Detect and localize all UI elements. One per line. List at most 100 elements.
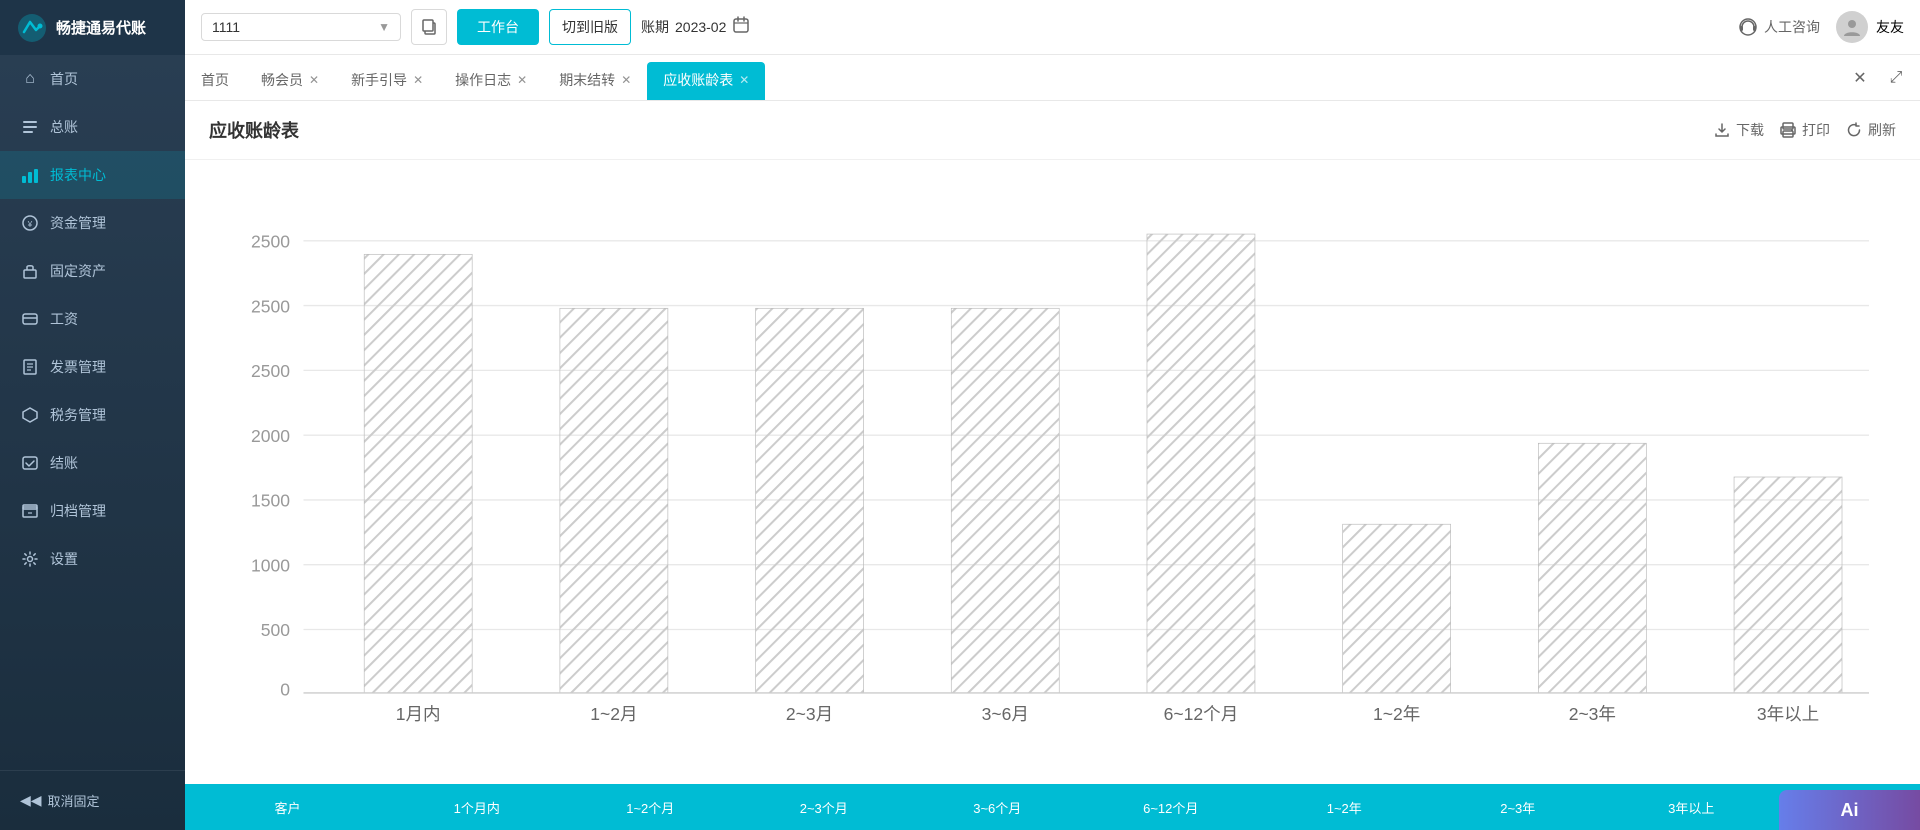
cancel-fixed-label: 取消固定 — [48, 791, 100, 810]
user-info[interactable]: 友友 — [1836, 11, 1904, 43]
app-name: 畅捷通易代账 — [56, 17, 146, 38]
svg-text:2500: 2500 — [251, 361, 290, 381]
calendar-icon[interactable] — [732, 16, 750, 39]
sidebar-item-salary[interactable]: 工资 — [0, 295, 185, 343]
period-value: 2023-02 — [675, 19, 726, 35]
tab-home-label: 首页 — [201, 70, 229, 90]
tab-log-close[interactable]: ✕ — [517, 73, 527, 87]
svg-text:0: 0 — [280, 680, 290, 700]
archive-icon — [20, 501, 40, 521]
print-label: 打印 — [1802, 120, 1830, 140]
sidebar-item-tax[interactable]: 税务管理 — [0, 391, 185, 439]
ai-assistant-btn[interactable]: Ai — [1779, 790, 1920, 830]
svg-text:2000: 2000 — [251, 426, 290, 446]
tab-ar-aging[interactable]: 应收账龄表 ✕ — [647, 62, 765, 100]
sidebar-item-settings[interactable]: 设置 — [0, 535, 185, 583]
sidebar-item-archive[interactable]: 归档管理 — [0, 487, 185, 535]
svg-text:2~3年: 2~3年 — [1569, 704, 1616, 724]
bar-1-2月 — [560, 308, 668, 693]
checkout-icon — [20, 453, 40, 473]
salary-icon — [20, 309, 40, 329]
tabs-bar: 首页 畅会员 ✕ 新手引导 ✕ 操作日志 ✕ 期末结转 ✕ 应收账龄表 ✕ — [185, 55, 1920, 101]
svg-text:¥: ¥ — [27, 220, 33, 229]
page-actions: 下载 打印 — [1714, 120, 1896, 140]
ledger-icon — [20, 117, 40, 137]
sidebar-item-checkout[interactable]: 结账 — [0, 439, 185, 487]
tab-period-end-close[interactable]: ✕ — [621, 73, 631, 87]
tab-ar-aging-label: 应收账龄表 — [663, 70, 733, 90]
funds-icon: ¥ — [20, 213, 40, 233]
bar-1月内 — [364, 254, 472, 693]
print-icon — [1780, 122, 1796, 138]
bar-chart: 2500 2500 2500 2000 1500 1000 500 0 — [209, 170, 1896, 784]
workbench-button[interactable]: 工作台 — [457, 9, 539, 45]
svg-text:2500: 2500 — [251, 232, 290, 252]
th-3-6month: 3~6个月 — [911, 798, 1085, 817]
sidebar-item-assets[interactable]: 固定资产 — [0, 247, 185, 295]
consult-button[interactable]: 人工咨询 — [1738, 17, 1820, 37]
reports-icon — [20, 165, 40, 185]
copy-icon — [420, 18, 438, 36]
sidebar-item-label: 发票管理 — [50, 357, 106, 377]
sidebar-item-home[interactable]: ⌂ 首页 — [0, 55, 185, 103]
sidebar-item-label: 首页 — [50, 69, 78, 89]
page-title: 应收账龄表 — [209, 117, 299, 143]
tab-member[interactable]: 畅会员 ✕ — [245, 62, 335, 100]
svg-text:3年以上: 3年以上 — [1757, 704, 1819, 724]
download-button[interactable]: 下载 — [1714, 120, 1764, 140]
tab-member-close[interactable]: ✕ — [309, 73, 319, 87]
ai-label: Ai — [1841, 800, 1859, 821]
settings-icon — [20, 549, 40, 569]
tab-period-end[interactable]: 期末结转 ✕ — [543, 62, 647, 100]
sidebar: 畅捷通易代账 ⌂ 首页 总账 报表中心 ¥ — [0, 0, 185, 830]
sidebar-item-label: 工资 — [50, 309, 78, 329]
headphone-icon — [1738, 17, 1758, 37]
tab-guide[interactable]: 新手引导 ✕ — [335, 62, 439, 100]
fullscreen-btn[interactable]: ⤢ — [1882, 64, 1910, 92]
bar-3年以上 — [1734, 477, 1842, 693]
bar-3-6月 — [951, 308, 1059, 693]
svg-text:6~12个月: 6~12个月 — [1164, 704, 1239, 724]
account-name: 1111 — [212, 19, 378, 35]
tax-icon — [20, 405, 40, 425]
sidebar-item-reports[interactable]: 报表中心 — [0, 151, 185, 199]
print-button[interactable]: 打印 — [1780, 120, 1830, 140]
consult-label: 人工咨询 — [1764, 17, 1820, 37]
switch-version-button[interactable]: 切到旧版 — [549, 9, 631, 45]
sidebar-item-funds[interactable]: ¥ 资金管理 — [0, 199, 185, 247]
cancel-fixed-btn[interactable]: ◀◀ 取消固定 — [0, 781, 185, 820]
refresh-button[interactable]: 刷新 — [1846, 120, 1896, 140]
svg-text:500: 500 — [261, 620, 291, 640]
bar-6-12月 — [1147, 234, 1255, 693]
sidebar-nav: ⌂ 首页 总账 报表中心 ¥ 资金管理 — [0, 55, 185, 770]
tab-home[interactable]: 首页 — [185, 62, 245, 100]
sidebar-item-ledger[interactable]: 总账 — [0, 103, 185, 151]
page-content: 应收账龄表 下载 — [185, 101, 1920, 784]
th-1month: 1个月内 — [390, 798, 564, 817]
svg-text:1500: 1500 — [251, 491, 290, 511]
user-avatar — [1836, 11, 1868, 43]
tab-member-label: 畅会员 — [261, 70, 303, 90]
copy-icon-btn[interactable] — [411, 9, 447, 45]
tab-log-label: 操作日志 — [455, 70, 511, 90]
assets-icon — [20, 261, 40, 281]
user-name: 友友 — [1876, 17, 1904, 37]
main-area: 1111 ▼ 工作台 切到旧版 账期 2023-02 — [185, 0, 1920, 830]
sidebar-item-invoice[interactable]: 发票管理 — [0, 343, 185, 391]
tab-guide-close[interactable]: ✕ — [413, 73, 423, 87]
svg-text:1000: 1000 — [251, 555, 290, 575]
chart-container: 2500 2500 2500 2000 1500 1000 500 0 — [185, 160, 1920, 784]
content-area: 应收账龄表 下载 — [185, 101, 1920, 830]
home-icon: ⌂ — [20, 69, 40, 89]
dropdown-arrow-icon: ▼ — [378, 20, 390, 34]
close-tab-btn[interactable]: ✕ — [1846, 64, 1874, 92]
tab-ar-aging-close[interactable]: ✕ — [739, 73, 749, 87]
refresh-label: 刷新 — [1868, 120, 1896, 140]
th-2-3month: 2~3个月 — [737, 798, 911, 817]
svg-text:2~3月: 2~3月 — [786, 704, 833, 724]
period-label: 账期 2023-02 — [641, 16, 750, 39]
account-selector[interactable]: 1111 ▼ — [201, 13, 401, 41]
sidebar-item-label: 结账 — [50, 453, 78, 473]
tab-log[interactable]: 操作日志 ✕ — [439, 62, 543, 100]
bar-1-2年 — [1343, 524, 1451, 693]
